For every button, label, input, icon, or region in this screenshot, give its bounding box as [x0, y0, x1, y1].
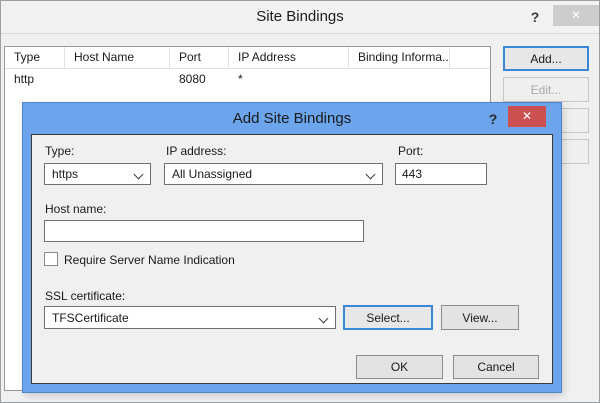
edit-button[interactable]: Edit...	[503, 77, 589, 102]
close-icon[interactable]: ✕	[553, 5, 599, 26]
chevron-down-icon	[133, 169, 144, 180]
column-header-port[interactable]: Port	[170, 47, 229, 68]
column-header-ip-address[interactable]: IP Address	[229, 47, 349, 68]
ip-address-dropdown[interactable]: All Unassigned	[164, 163, 383, 185]
require-sni-checkbox[interactable]	[44, 252, 58, 266]
table-row[interactable]: http 8080 *	[5, 69, 490, 91]
cell-filler	[450, 69, 490, 91]
cell-binding-information	[349, 69, 450, 91]
site-bindings-title: Site Bindings	[256, 8, 344, 25]
ip-address-label: IP address:	[166, 144, 227, 158]
cell-host-name	[65, 69, 170, 91]
ip-address-dropdown-value: All Unassigned	[172, 167, 253, 181]
ssl-certificate-dropdown-value: TFSCertificate	[52, 311, 129, 325]
site-bindings-dialog: Site Bindings ? ✕ Type Host Name Port IP…	[0, 0, 600, 403]
column-header-type[interactable]: Type	[5, 47, 65, 68]
chevron-down-icon	[365, 169, 376, 180]
dialog-help-icon[interactable]: ?	[483, 109, 503, 129]
chevron-down-icon	[318, 313, 329, 324]
type-label: Type:	[45, 144, 75, 158]
host-name-input[interactable]	[44, 220, 364, 242]
select-button[interactable]: Select...	[343, 305, 433, 330]
column-header-filler	[450, 47, 490, 68]
port-label: Port:	[398, 144, 424, 158]
cell-port: 8080	[179, 72, 206, 86]
cancel-button[interactable]: Cancel	[453, 355, 539, 379]
site-bindings-titlebar: Site Bindings ? ✕	[1, 1, 599, 34]
cell-ip-address: *	[238, 72, 243, 86]
ssl-certificate-dropdown[interactable]: TFSCertificate	[44, 306, 336, 329]
column-header-host-name[interactable]: Host Name	[65, 47, 170, 68]
ok-button[interactable]: OK	[356, 355, 443, 379]
add-button[interactable]: Add...	[503, 46, 589, 71]
require-sni-label: Require Server Name Indication	[64, 253, 235, 267]
port-input[interactable]	[395, 163, 487, 185]
view-button[interactable]: View...	[441, 305, 519, 330]
help-icon[interactable]: ?	[525, 7, 545, 27]
host-name-label: Host name:	[45, 202, 107, 216]
ssl-certificate-label: SSL certificate:	[45, 289, 126, 303]
add-site-bindings-content: Type: IP address: Port: https All Unassi…	[31, 134, 553, 384]
add-site-bindings-title: Add Site Bindings	[232, 110, 352, 127]
column-header-binding-information[interactable]: Binding Informa...	[349, 47, 450, 68]
dialog-close-icon[interactable]: ✕	[508, 106, 546, 127]
type-dropdown[interactable]: https	[44, 163, 151, 185]
bindings-table-header: Type Host Name Port IP Address Binding I…	[5, 47, 490, 69]
type-dropdown-value: https	[52, 167, 79, 181]
add-site-bindings-dialog: Add Site Bindings ? ✕ Type: IP address: …	[23, 103, 561, 392]
cell-type: http	[14, 72, 35, 86]
